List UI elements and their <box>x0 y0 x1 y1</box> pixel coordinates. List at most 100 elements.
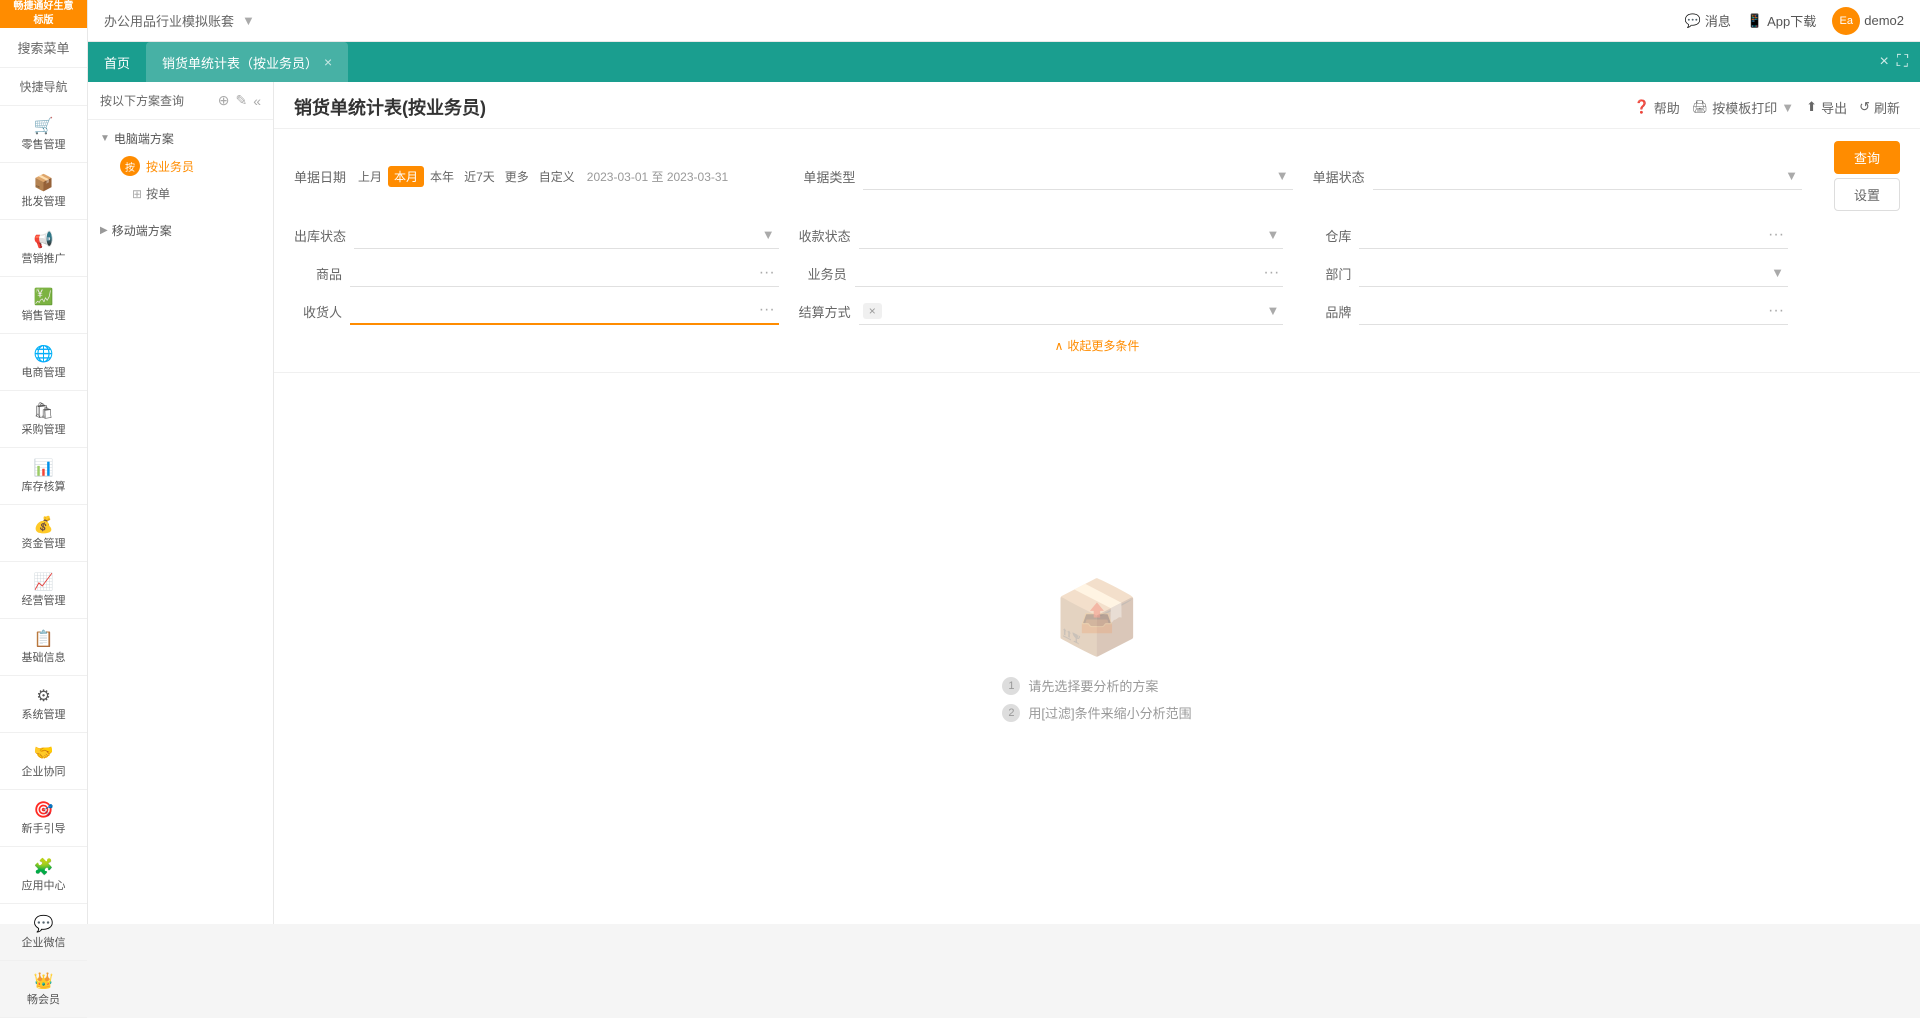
sidebar-item-8[interactable]: 📈 经营管理 <box>0 562 87 619</box>
receiver-field: 收货人 ··· <box>294 297 779 325</box>
sidebar-item-4[interactable]: 🌐 电商管理 <box>0 334 87 391</box>
sidebar-label-13: 应用中心 <box>22 877 66 893</box>
sidebar-item-12[interactable]: 🎯 新手引导 <box>0 790 87 847</box>
sidebar-item-5[interactable]: 🛍 采购管理 <box>0 391 87 448</box>
date-shortcut-last-month[interactable]: 上月 <box>354 166 386 187</box>
page-header-actions: ❓ 帮助 🖨 按模板打印 ▼ ⬆ 导出 ↺ 刷新 <box>1634 98 1900 117</box>
messages-label: 消息 <box>1705 11 1731 30</box>
salesperson-select[interactable]: ··· <box>855 259 1284 287</box>
doc-type-label: 单据类型 <box>803 167 863 186</box>
sidebar-item-9[interactable]: 📋 基础信息 <box>0 619 87 676</box>
tab-home[interactable]: 首页 <box>88 42 146 82</box>
step-num-2: 2 <box>1002 704 1020 722</box>
left-panel-header-text: 按以下方案查询 <box>100 92 184 109</box>
sidebar-label-4: 电商管理 <box>22 364 66 380</box>
payment-method-select[interactable]: × ▼ <box>859 297 1284 325</box>
add-scheme-icon[interactable]: ⊕ <box>218 92 230 109</box>
receiver-label: 收货人 <box>294 302 350 321</box>
date-shortcut-7days[interactable]: 近7天 <box>460 166 499 187</box>
date-shortcut-this-month[interactable]: 本月 <box>388 166 424 187</box>
print-icon: 🖨 <box>1692 99 1709 115</box>
scheme-group-desktop-label: 电脑端方案 <box>114 130 174 147</box>
scheme-item-by-doc[interactable]: ⊞ 按单 <box>100 181 261 206</box>
sidebar-item-6[interactable]: 📊 库存核算 <box>0 448 87 505</box>
top-header-right: 💬 消息 📱 App下载 Ea demo2 <box>1685 7 1904 35</box>
search-menu[interactable]: 搜索菜单 <box>0 28 87 68</box>
sidebar-item-3[interactable]: 💹 销售管理 <box>0 277 87 334</box>
sidebar-item-0[interactable]: 🛒 零售管理 <box>0 106 87 163</box>
date-shortcut-custom[interactable]: 自定义 <box>535 166 579 187</box>
sidebar-item-7[interactable]: 💰 资金管理 <box>0 505 87 562</box>
top-header: 办公用品行业模拟账套 ▼ 💬 消息 📱 App下载 Ea demo2 <box>88 0 1920 42</box>
sidebar-icon-7: 💰 <box>34 515 54 535</box>
sidebar-label-2: 营销推广 <box>22 250 66 266</box>
scheme-item-by-salesperson[interactable]: 按 按业务员 <box>100 151 261 181</box>
print-btn[interactable]: 🖨 按模板打印 ▼ <box>1692 98 1794 117</box>
doc-status-label: 单据状态 <box>1313 167 1373 186</box>
receive-status-select[interactable]: ▼ <box>859 221 1284 249</box>
doc-type-select[interactable]: ▼ <box>863 162 1292 190</box>
refresh-label: 刷新 <box>1874 98 1900 117</box>
tab-sales-stats[interactable]: 销货单统计表（按业务员） × <box>146 42 348 82</box>
collapse-filters-btn[interactable]: ∧ 收起更多条件 <box>294 331 1900 360</box>
tab-fullscreen-icon[interactable]: ⛶ <box>1897 53 1908 71</box>
main-area: 办公用品行业模拟账套 ▼ 💬 消息 📱 App下载 Ea demo2 首页 销货… <box>88 0 1920 924</box>
sidebar-label-12: 新手引导 <box>22 820 66 836</box>
sidebar-label-9: 基础信息 <box>22 649 66 665</box>
export-btn[interactable]: ⬆ 导出 <box>1806 98 1847 117</box>
quick-nav[interactable]: 快捷导航 <box>0 68 87 106</box>
user-profile[interactable]: Ea demo2 <box>1832 7 1904 35</box>
app-logo: 畅捷通好生意 标版 <box>0 0 87 28</box>
sidebar-item-14[interactable]: 💬 企业微信 <box>0 904 87 961</box>
receiver-input[interactable]: ··· <box>350 297 779 325</box>
product-field: 商品 ··· <box>294 259 779 287</box>
collapse-panel-icon[interactable]: « <box>253 93 261 109</box>
tab-close-window-icon[interactable]: × <box>1879 53 1888 71</box>
app-download-btn[interactable]: 📱 App下载 <box>1747 11 1816 30</box>
tab-close-icon[interactable]: × <box>324 54 332 70</box>
out-status-field: 出库状态 ▼ <box>294 221 779 249</box>
query-button[interactable]: 查询 <box>1834 141 1900 174</box>
salesperson-label: 业务员 <box>799 264 855 283</box>
doc-type-dropdown-icon: ▼ <box>1276 168 1289 183</box>
date-shortcut-this-year[interactable]: 本年 <box>426 166 458 187</box>
refresh-btn[interactable]: ↺ 刷新 <box>1859 98 1900 117</box>
out-status-select[interactable]: ▼ <box>354 221 779 249</box>
scheme-group-mobile-header[interactable]: ▶ 移动端方案 <box>100 218 261 243</box>
scheme-group-desktop-header[interactable]: ▼ 电脑端方案 <box>100 126 261 151</box>
sidebar-item-10[interactable]: ⚙ 系统管理 <box>0 676 87 733</box>
sidebar-icon-8: 📈 <box>34 572 54 592</box>
dropdown-arrow-icon[interactable]: ▼ <box>242 13 255 28</box>
scheme-sub-icon: ⊞ <box>132 187 142 201</box>
sidebar-item-11[interactable]: 🤝 企业协同 <box>0 733 87 790</box>
scheme-group-desktop: ▼ 电脑端方案 按 按业务员 ⊞ 按单 <box>88 120 273 212</box>
download-icon: 📱 <box>1747 13 1763 29</box>
payment-method-field: 结算方式 × ▼ <box>799 297 1284 325</box>
help-btn[interactable]: ❓ 帮助 <box>1634 98 1680 117</box>
messages-btn[interactable]: 💬 消息 <box>1685 11 1731 30</box>
empty-illustration: 📦 📤 <box>1052 575 1142 660</box>
settings-button[interactable]: 设置 <box>1834 178 1900 211</box>
payment-tag-close[interactable]: × <box>869 304 876 318</box>
brand-select[interactable]: ··· <box>1359 297 1788 325</box>
sidebar-label-11: 企业协同 <box>22 763 66 779</box>
sidebar-item-13[interactable]: 🧩 应用中心 <box>0 847 87 904</box>
content-area: 按以下方案查询 ⊕ ✎ « ▼ 电脑端方案 按 按业务员 ⊞ 按单 <box>88 82 1920 924</box>
warehouse-select[interactable]: ··· <box>1359 221 1788 249</box>
sidebar-item-1[interactable]: 📦 批发管理 <box>0 163 87 220</box>
filter-row-3: 商品 ··· 业务员 ··· 部门 ▼ <box>294 259 1900 287</box>
edit-scheme-icon[interactable]: ✎ <box>235 92 247 109</box>
product-select[interactable]: ··· <box>350 259 779 287</box>
warehouse-label: 仓库 <box>1303 226 1359 245</box>
group-expand-icon2: ▶ <box>100 225 108 236</box>
doc-status-select[interactable]: ▼ <box>1373 162 1802 190</box>
sidebar-item-2[interactable]: 📢 营销推广 <box>0 220 87 277</box>
date-shortcut-more[interactable]: 更多 <box>501 166 533 187</box>
sidebar-label-15: 畅会员 <box>27 991 60 1007</box>
collapse-icon: ∧ <box>1055 339 1064 353</box>
dept-label: 部门 <box>1303 264 1359 283</box>
sidebar-icon-5: 🛍 <box>33 401 53 421</box>
sidebar-label-7: 资金管理 <box>22 535 66 551</box>
dept-select[interactable]: ▼ <box>1359 259 1788 287</box>
sidebar-item-15[interactable]: 👑 畅会员 <box>0 961 87 1018</box>
